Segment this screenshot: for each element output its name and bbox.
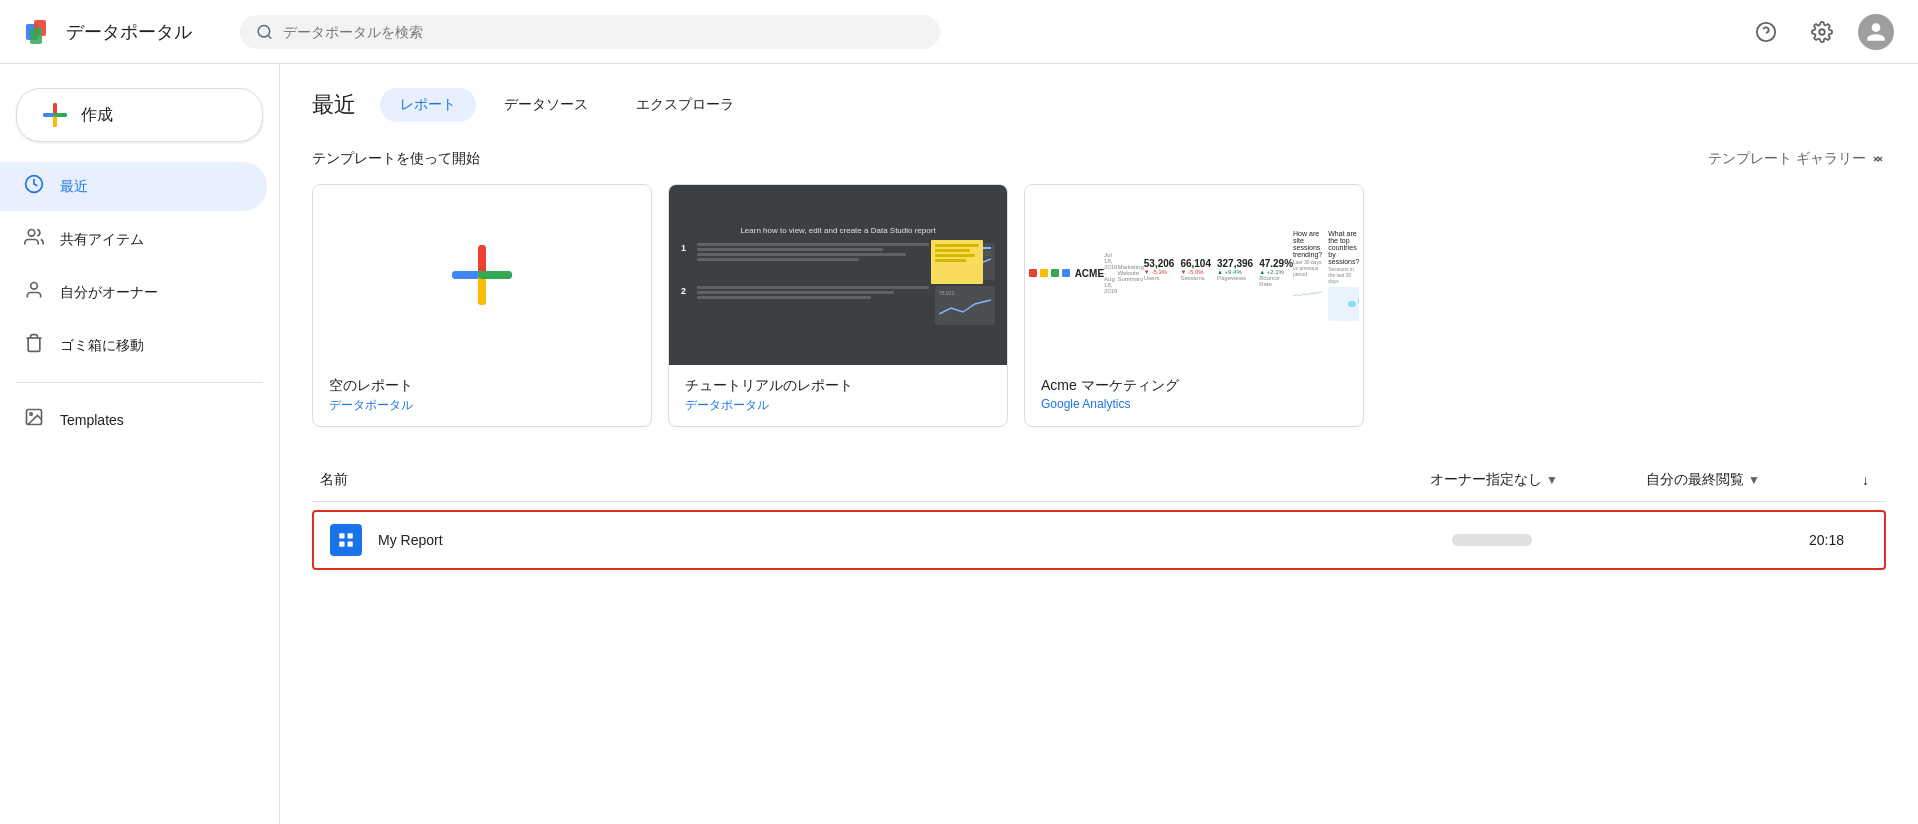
tab-datasources[interactable]: データソース <box>484 88 608 122</box>
last-view-dropdown-arrow: ▼ <box>1748 473 1760 487</box>
template-card-acme[interactable]: ACME Jul 18, 2016 - Aug 18, 2016 Marketi… <box>1024 184 1364 427</box>
tutorial-card-name: チュートリアルのレポート <box>685 377 991 395</box>
people-icon <box>24 227 44 252</box>
tutorial-card-preview: Learn how to view, edit and create a Dat… <box>669 185 1007 365</box>
sidebar-item-owned[interactable]: 自分がオーナー <box>0 268 267 317</box>
main-layout: 作成 最近 共有アイテム <box>0 64 1918 824</box>
clock-icon <box>24 174 44 199</box>
col-owner-header[interactable]: オーナー指定なし ▼ <box>1430 471 1630 489</box>
svg-rect-27 <box>348 542 353 547</box>
user-icon <box>1865 21 1887 43</box>
report-icon <box>330 524 362 556</box>
tab-reports-active[interactable]: レポート <box>380 88 476 122</box>
blank-card-name: 空のレポート <box>329 377 635 395</box>
svg-rect-28 <box>339 542 344 547</box>
blank-card-info: 空のレポート データポータル <box>313 365 651 426</box>
acme-card-source: Google Analytics <box>1041 397 1347 411</box>
template-cards: 空のレポート データポータル Learn how to view, edit a… <box>312 184 1886 427</box>
acme-subtitle: Marketing Website Summary <box>1117 264 1143 282</box>
template-card-tutorial[interactable]: Learn how to view, edit and create a Dat… <box>668 184 1008 427</box>
logo-area: データポータル <box>24 16 224 48</box>
sidebar-divider <box>16 382 263 383</box>
report-owner-cell <box>1452 534 1652 546</box>
person-icon <box>24 280 44 305</box>
col-name-header: 名前 <box>312 471 1414 489</box>
sidebar-item-label-recent: 最近 <box>60 178 88 196</box>
svg-rect-26 <box>348 533 353 538</box>
header-actions <box>1746 12 1894 52</box>
image-icon <box>24 407 44 432</box>
sort-button[interactable]: ↓ <box>1862 472 1886 488</box>
sidebar-item-label-shared: 共有アイテム <box>60 231 144 249</box>
sidebar-item-label-owned: 自分がオーナー <box>60 284 158 302</box>
tutorial-heading: Learn how to view, edit and create a Dat… <box>681 226 995 235</box>
trash-icon <box>24 333 44 358</box>
tab-explorer[interactable]: エクスプローラ <box>616 88 754 122</box>
table-header-row: 名前 オーナー指定なし ▼ 自分の最終閲覧 ▼ ↓ <box>312 459 1886 502</box>
step2-num: 2 <box>681 286 691 325</box>
report-row[interactable]: My Report 20:18 <box>312 510 1886 570</box>
sidebar-item-shared[interactable]: 共有アイテム <box>0 215 267 264</box>
svg-line-4 <box>268 35 271 38</box>
svg-point-15 <box>28 230 35 237</box>
blank-card-preview <box>313 185 651 365</box>
app-title: データポータル <box>66 20 192 44</box>
tutorial-card-info: チュートリアルのレポート データポータル <box>669 365 1007 426</box>
acme-card-info: Acme マーケティング Google Analytics <box>1025 365 1363 423</box>
sidebar: 作成 最近 共有アイテム <box>0 64 280 824</box>
acme-date: Jul 18, 2016 - Aug 18, 2016 <box>1104 252 1117 294</box>
owner-blurred <box>1452 534 1532 546</box>
acme-card-preview: ACME Jul 18, 2016 - Aug 18, 2016 Marketi… <box>1025 185 1363 365</box>
blank-card-source: データポータル <box>329 397 635 414</box>
svg-point-16 <box>31 283 38 290</box>
create-button[interactable]: 作成 <box>16 88 263 142</box>
gallery-link-label: テンプレート ギャラリー <box>1708 150 1866 168</box>
template-section-header: テンプレートを使って開始 テンプレート ギャラリー <box>312 150 1886 168</box>
template-card-blank[interactable]: 空のレポート データポータル <box>312 184 652 427</box>
search-icon <box>256 23 273 41</box>
report-last-viewed: 20:18 <box>1668 532 1868 548</box>
help-icon <box>1755 21 1777 43</box>
acme-card-name: Acme マーケティング <box>1041 377 1347 395</box>
content-area: 最近 レポート レポート データソース エクスプローラ テンプレートを使って開始… <box>280 64 1918 824</box>
svg-point-3 <box>258 25 270 37</box>
sidebar-item-label-templates: Templates <box>60 412 124 428</box>
sidebar-item-trash[interactable]: ゴミ箱に移動 <box>0 321 267 370</box>
header: データポータル <box>0 0 1918 64</box>
col-last-view-header[interactable]: 自分の最終閲覧 ▼ <box>1646 471 1846 489</box>
svg-rect-25 <box>339 533 344 538</box>
sidebar-item-recent[interactable]: 最近 <box>0 162 267 211</box>
svg-point-7 <box>1819 29 1825 35</box>
help-button[interactable] <box>1746 12 1786 52</box>
settings-button[interactable] <box>1802 12 1842 52</box>
report-name: My Report <box>378 532 1436 548</box>
tabs-row: 最近 レポート レポート データソース エクスプローラ <box>312 88 1886 122</box>
svg-point-18 <box>30 413 32 416</box>
sidebar-item-label-trash: ゴミ箱に移動 <box>60 337 144 355</box>
template-section-title: テンプレートを使って開始 <box>312 150 480 168</box>
section-title: 最近 <box>312 90 356 120</box>
tutorial-sticky-note <box>931 240 983 284</box>
svg-rect-2 <box>30 28 42 44</box>
owner-dropdown-arrow: ▼ <box>1546 473 1558 487</box>
sidebar-item-templates[interactable]: Templates <box>0 395 267 444</box>
search-bar[interactable] <box>240 15 940 49</box>
blank-plus-icon <box>446 239 518 311</box>
plus-icon <box>41 101 69 129</box>
logo-icon <box>24 16 56 48</box>
chevron-up-down-icon <box>1870 151 1886 167</box>
step1-num: 1 <box>681 243 691 280</box>
search-input[interactable] <box>283 24 924 40</box>
gear-icon <box>1811 21 1833 43</box>
avatar[interactable] <box>1858 14 1894 50</box>
template-gallery-link[interactable]: テンプレート ギャラリー <box>1708 150 1886 168</box>
create-label: 作成 <box>81 105 113 126</box>
tutorial-card-source: データポータル <box>685 397 991 414</box>
